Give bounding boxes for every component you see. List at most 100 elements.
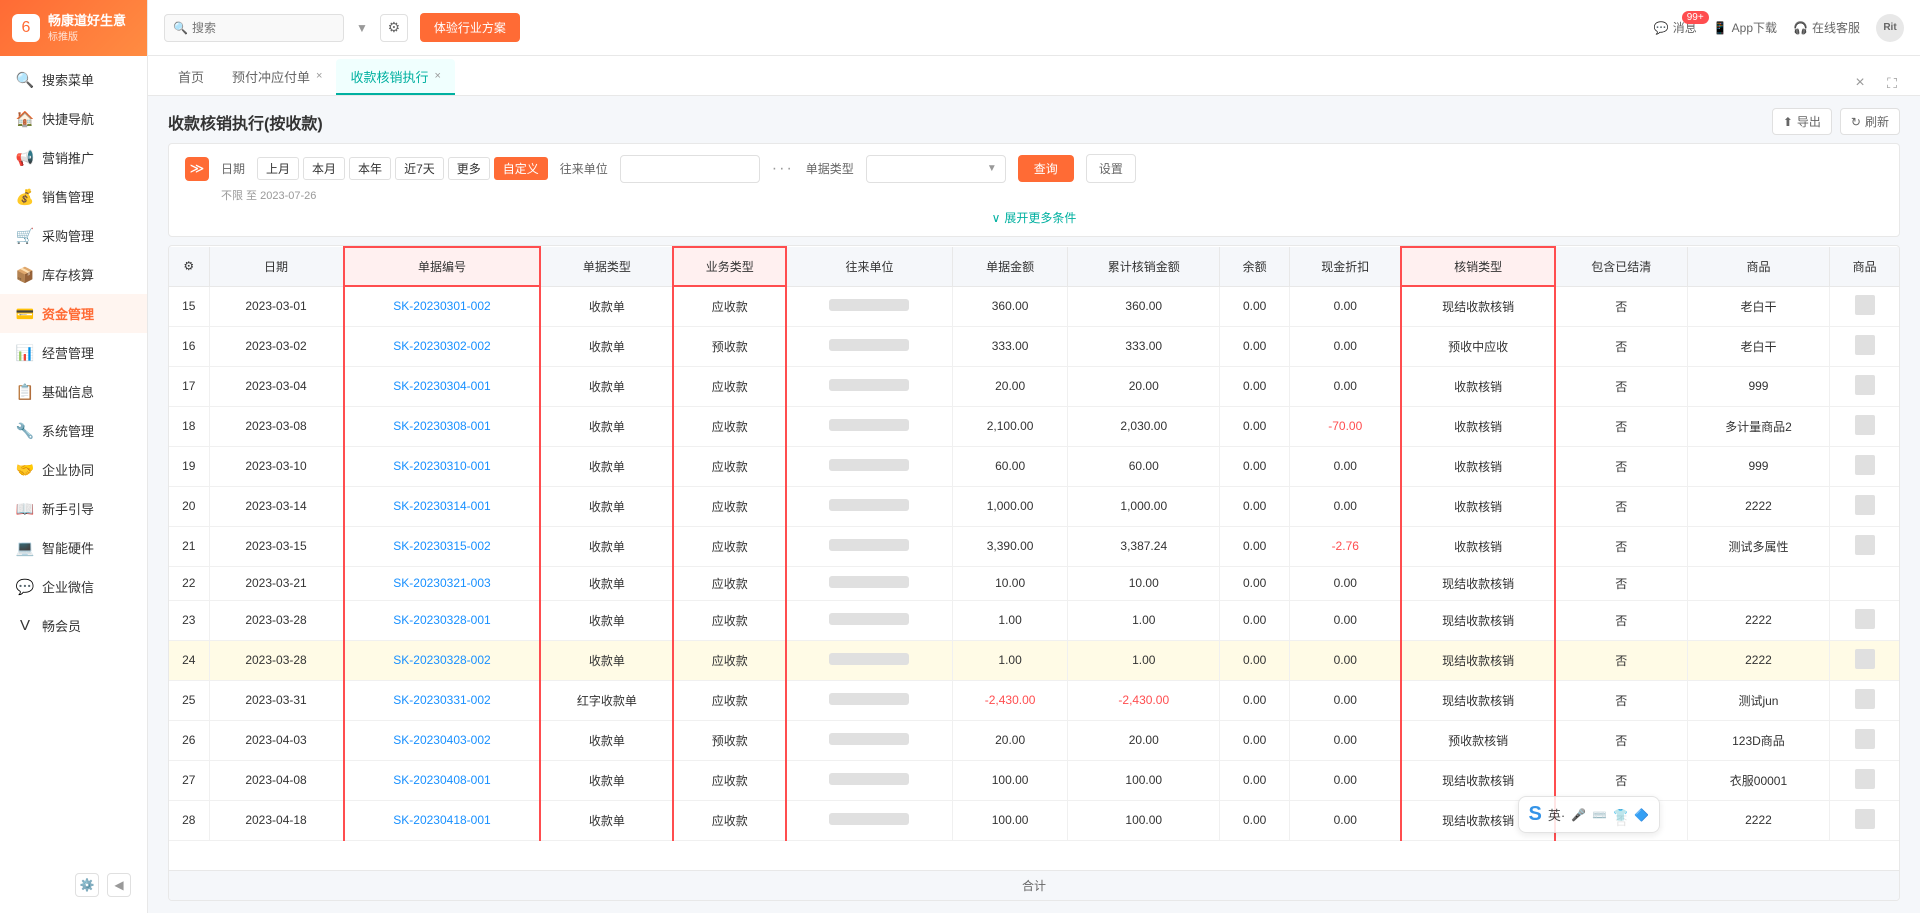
- sidebar-item-quick-nav[interactable]: 🏠 快捷导航: [0, 99, 147, 138]
- date-btn-this-year[interactable]: 本年: [349, 157, 391, 180]
- td-date: 2023-03-04: [209, 366, 344, 406]
- td-goods1: 2222: [1687, 600, 1830, 640]
- topbar: 🔍 ▼ ⚙ 体验行业方案 💬 消息 99+ 📱 App下载 🎧 在线客服 Rit: [148, 0, 1920, 56]
- sidebar-item-enterprise[interactable]: 🤝 企业协同: [0, 450, 147, 489]
- sidebar-item-purchase[interactable]: 🛒 采购管理: [0, 216, 147, 255]
- td-date: 2023-03-14: [209, 486, 344, 526]
- td-date: 2023-03-31: [209, 680, 344, 720]
- td-billtype: 收款单: [540, 406, 673, 446]
- td-goods2: [1830, 446, 1899, 486]
- date-btn-this-month[interactable]: 本月: [303, 157, 345, 180]
- more-filters-dots: ···: [772, 160, 794, 178]
- td-biztype: 应收款: [673, 286, 786, 326]
- date-btn-more[interactable]: 更多: [448, 157, 490, 180]
- billno-link[interactable]: SK-20230418-001: [393, 813, 490, 827]
- billno-link[interactable]: SK-20230310-001: [393, 459, 490, 473]
- billno-link[interactable]: SK-20230403-002: [393, 733, 490, 747]
- date-btn-custom[interactable]: 自定义: [494, 157, 548, 180]
- td-amount: 360.00: [952, 286, 1068, 326]
- content-header: 收款核销执行(按收款) ⬆ 导出 ↻ 刷新: [148, 96, 1920, 135]
- td-goods2: [1830, 566, 1899, 600]
- table-scroll-area[interactable]: ⚙ 日期 单据编号 单据类型 业务类型 往来单位 单据金额 累计核销金额 余额 …: [169, 246, 1899, 870]
- billno-link[interactable]: SK-20230331-002: [393, 693, 490, 707]
- export-btn[interactable]: ⬆ 导出: [1772, 108, 1832, 135]
- unit-input[interactable]: [620, 155, 760, 183]
- sidebar-item-hardware[interactable]: 💻 智能硬件: [0, 528, 147, 567]
- basic-info-icon: 📋: [16, 383, 34, 401]
- td-billtype: 收款单: [540, 760, 673, 800]
- gear-icon[interactable]: ⚙: [380, 14, 408, 42]
- date-btn-7days[interactable]: 近7天: [395, 157, 444, 180]
- billno-link[interactable]: SK-20230304-001: [393, 379, 490, 393]
- industry-btn[interactable]: 体验行业方案: [420, 13, 520, 42]
- sidebar-item-wechat[interactable]: 💬 企业微信: [0, 567, 147, 606]
- table-row: 18 2023-03-08 SK-20230308-001 收款单 应收款 2,…: [169, 406, 1899, 446]
- bill-type-select[interactable]: ▼: [866, 155, 1006, 183]
- topbar-search-box[interactable]: 🔍: [164, 14, 344, 42]
- td-amount: 100.00: [952, 800, 1068, 840]
- sidebar-item-operation[interactable]: 📊 经营管理: [0, 333, 147, 372]
- query-btn[interactable]: 查询: [1018, 155, 1074, 182]
- messages-btn[interactable]: 💬 消息 99+: [1654, 19, 1697, 36]
- td-amount: 10.00: [952, 566, 1068, 600]
- sidebar-item-member[interactable]: V 畅会员: [0, 606, 147, 645]
- td-biztype: 应收款: [673, 406, 786, 446]
- search-chevron-icon[interactable]: ▼: [356, 21, 368, 35]
- td-billtype: 收款单: [540, 800, 673, 840]
- online-service-btn[interactable]: 🎧 在线客服: [1793, 19, 1860, 36]
- td-writetype: 现结收款核销: [1401, 680, 1555, 720]
- billno-link[interactable]: SK-20230301-002: [393, 299, 490, 313]
- tab-home[interactable]: 首页: [164, 59, 218, 95]
- sidebar-item-finance[interactable]: 💳 资金管理: [0, 294, 147, 333]
- sidebar-item-search-menu[interactable]: 🔍 搜索菜单: [0, 60, 147, 99]
- avatar[interactable]: Rit: [1876, 14, 1904, 42]
- sidebar-item-marketing[interactable]: 📢 营销推广: [0, 138, 147, 177]
- sidebar-item-basic-info[interactable]: 📋 基础信息: [0, 372, 147, 411]
- expand-window-icon[interactable]: ⛶: [1880, 71, 1904, 95]
- filter-expand-btn[interactable]: ∨ 展开更多条件: [992, 209, 1077, 226]
- billno-link[interactable]: SK-20230408-001: [393, 773, 490, 787]
- td-billno: SK-20230403-002: [344, 720, 541, 760]
- settings-btn[interactable]: 设置: [1086, 154, 1136, 183]
- tab-prepay-close-icon[interactable]: ×: [316, 70, 322, 82]
- billno-link[interactable]: SK-20230328-001: [393, 613, 490, 627]
- billno-link[interactable]: SK-20230321-003: [393, 576, 490, 590]
- sidebar-item-guide[interactable]: 📖 新手引导: [0, 489, 147, 528]
- app-download-btn[interactable]: 📱 App下载: [1713, 19, 1777, 36]
- td-date: 2023-03-02: [209, 326, 344, 366]
- td-included: 否: [1555, 406, 1687, 446]
- date-btn-last-month[interactable]: 上月: [257, 157, 299, 180]
- td-discount: 0.00: [1290, 800, 1402, 840]
- data-table: ⚙ 日期 单据编号 单据类型 业务类型 往来单位 单据金额 累计核销金额 余额 …: [169, 246, 1899, 841]
- billno-link[interactable]: SK-20230315-002: [393, 539, 490, 553]
- td-balance: 0.00: [1220, 446, 1290, 486]
- tab-writeoff[interactable]: 收款核销执行 ×: [336, 59, 454, 95]
- collapse-icon[interactable]: ◀: [107, 873, 131, 897]
- phone-icon: 📱: [1713, 21, 1728, 35]
- close-all-tabs-btn[interactable]: ×: [1848, 71, 1872, 95]
- tab-prepay[interactable]: 预付冲应付单 ×: [218, 59, 336, 95]
- th-included: 包含已结清: [1555, 247, 1687, 286]
- sidebar-item-sales[interactable]: 💰 销售管理: [0, 177, 147, 216]
- sidebar-item-inventory[interactable]: 📦 库存核算: [0, 255, 147, 294]
- billno-link[interactable]: SK-20230308-001: [393, 419, 490, 433]
- td-billtype: 收款单: [540, 486, 673, 526]
- filter-collapse-btn[interactable]: ≫: [185, 157, 209, 181]
- td-billno: SK-20230301-002: [344, 286, 541, 326]
- billno-link[interactable]: SK-20230328-002: [393, 653, 490, 667]
- td-date: 2023-03-01: [209, 286, 344, 326]
- settings-icon[interactable]: ⚙️: [75, 873, 99, 897]
- tab-writeoff-close-icon[interactable]: ×: [434, 70, 440, 82]
- billno-link[interactable]: SK-20230302-002: [393, 339, 490, 353]
- search-input[interactable]: [192, 21, 312, 35]
- td-no: 25: [169, 680, 209, 720]
- td-no: 17: [169, 366, 209, 406]
- th-settings[interactable]: ⚙: [169, 247, 209, 286]
- td-unit: [786, 600, 952, 640]
- table-row: 24 2023-03-28 SK-20230328-002 收款单 应收款 1.…: [169, 640, 1899, 680]
- td-billno: SK-20230328-002: [344, 640, 541, 680]
- refresh-btn[interactable]: ↻ 刷新: [1840, 108, 1900, 135]
- billno-link[interactable]: SK-20230314-001: [393, 499, 490, 513]
- sidebar-item-system[interactable]: 🔧 系统管理: [0, 411, 147, 450]
- td-goods1: 老白干: [1687, 326, 1830, 366]
